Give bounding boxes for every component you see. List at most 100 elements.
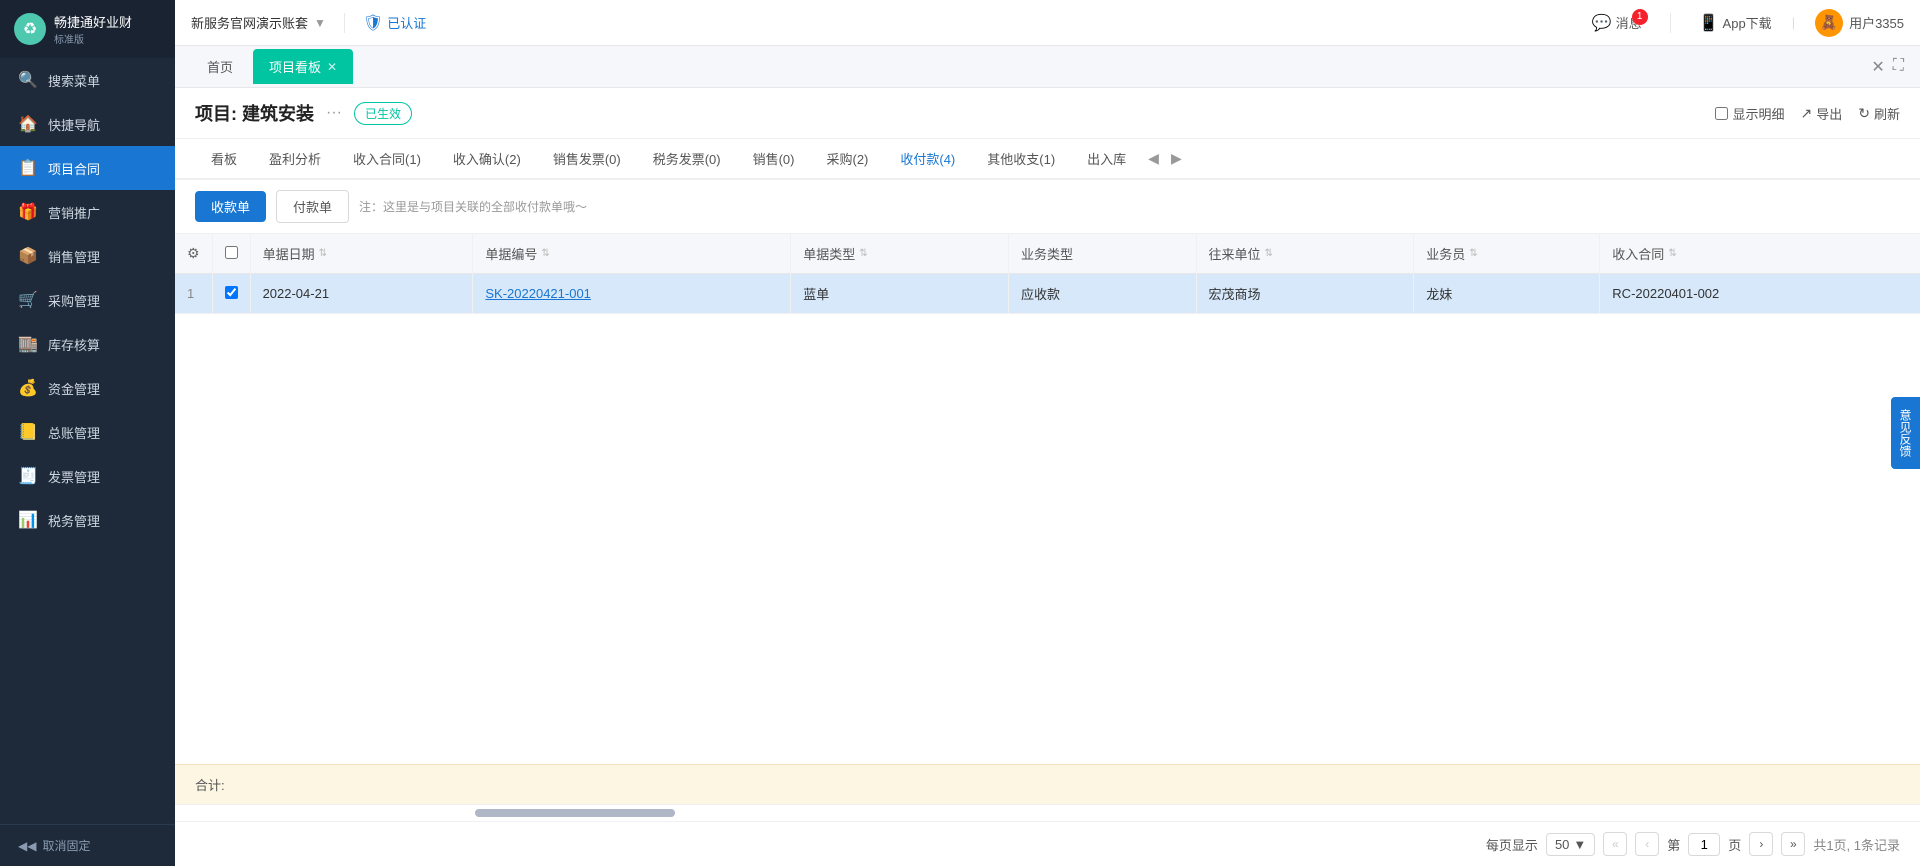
ledger-icon: 📒 bbox=[18, 422, 38, 442]
receipt-bill-button[interactable]: 收款单 bbox=[195, 191, 266, 222]
message-icon: 💬 bbox=[1592, 13, 1612, 33]
select-all-checkbox[interactable] bbox=[225, 246, 238, 259]
user-avatar: 🧸 bbox=[1815, 9, 1843, 37]
th-income-contract-label: 收入合同 bbox=[1612, 244, 1664, 263]
horizontal-scrollbar[interactable] bbox=[475, 809, 675, 817]
th-biz-type-label: 业务类型 bbox=[1021, 247, 1073, 262]
sort-icon: ⇅ bbox=[541, 248, 549, 259]
table-area: ⚙ 单据日期 ⇅ 单据编号 bbox=[175, 234, 1920, 764]
feedback-button[interactable]: 意见反馈 bbox=[1891, 397, 1920, 469]
subnav-tab-profit-label: 盈利分析 bbox=[269, 152, 321, 167]
sidebar-item-label: 总账管理 bbox=[48, 423, 100, 442]
th-salesperson[interactable]: 业务员 ⇅ bbox=[1414, 234, 1600, 274]
invoice-icon: 🧾 bbox=[18, 466, 38, 486]
page-unit: 页 bbox=[1728, 835, 1741, 854]
page-input[interactable] bbox=[1688, 833, 1720, 856]
app-logo-text: 畅捷通好业财 标准版 bbox=[54, 12, 132, 46]
th-type[interactable]: 单据类型 ⇅ bbox=[791, 234, 1009, 274]
subnav-tab-other-expense[interactable]: 其他收支(1) bbox=[971, 139, 1071, 180]
topbar-project: 新服务官网演示账套 ▼ bbox=[191, 13, 326, 32]
th-income-contract[interactable]: 收入合同 ⇅ bbox=[1600, 234, 1920, 274]
refresh-button[interactable]: ↻ 刷新 bbox=[1858, 104, 1900, 123]
subnav-tab-inout[interactable]: 出入库 bbox=[1071, 139, 1142, 180]
row-checkbox[interactable] bbox=[225, 286, 238, 299]
tab-home-label: 首页 bbox=[207, 57, 233, 76]
show-detail-check[interactable] bbox=[1715, 107, 1728, 120]
export-icon: ↗ bbox=[1801, 105, 1813, 122]
subnav-tab-board[interactable]: 看板 bbox=[195, 139, 253, 180]
topbar-dropdown-icon[interactable]: ▼ bbox=[314, 16, 326, 30]
th-gear[interactable]: ⚙ bbox=[175, 234, 212, 274]
show-detail-checkbox[interactable]: 显示明细 bbox=[1715, 104, 1784, 123]
subnav-tab-tax-invoice[interactable]: 税务发票(0) bbox=[637, 139, 737, 180]
payment-bill-button[interactable]: 付款单 bbox=[276, 190, 349, 223]
row-partner-value: 宏茂商场 bbox=[1209, 287, 1261, 302]
sidebar-item-finance[interactable]: 💰 资金管理 bbox=[0, 366, 175, 410]
tab-close-icon[interactable]: ✕ bbox=[327, 60, 337, 74]
sub-actionbar-note: 注：这里是与项目关联的全部收付款单哦～ bbox=[359, 198, 587, 215]
tabbar: 首页 项目看板 ✕ ✕ ⛶ bbox=[175, 46, 1920, 88]
subnav-tab-income-confirm[interactable]: 收入确认(2) bbox=[437, 139, 537, 180]
close-window-button[interactable]: ✕ bbox=[1871, 57, 1884, 77]
first-page-button[interactable]: « bbox=[1603, 832, 1627, 856]
sidebar-item-label: 快捷导航 bbox=[48, 115, 100, 134]
user-menu[interactable]: 🧸 用户3355 bbox=[1815, 9, 1904, 37]
subnav-tab-profit[interactable]: 盈利分析 bbox=[253, 139, 337, 180]
sidebar-item-invoice[interactable]: 🧾 发票管理 bbox=[0, 454, 175, 498]
sidebar-item-label: 销售管理 bbox=[48, 247, 100, 266]
th-number[interactable]: 单据编号 ⇅ bbox=[473, 234, 791, 274]
cancel-fixed-button[interactable]: ◀◀ 取消固定 bbox=[0, 824, 175, 866]
last-page-button[interactable]: » bbox=[1781, 832, 1805, 856]
row-number[interactable]: SK-20220421-001 bbox=[473, 274, 791, 314]
row-biz-type-value: 应收款 bbox=[1021, 287, 1060, 302]
sidebar-item-marketing[interactable]: 🎁 营销推广 bbox=[0, 190, 175, 234]
subnav-tab-income-contract[interactable]: 收入合同(1) bbox=[337, 139, 437, 180]
sort-icon: ⇅ bbox=[319, 248, 327, 259]
sidebar-item-label: 发票管理 bbox=[48, 467, 100, 486]
th-date[interactable]: 单据日期 ⇅ bbox=[250, 234, 473, 274]
prev-page-button[interactable]: ‹ bbox=[1635, 832, 1659, 856]
sidebar-item-label: 营销推广 bbox=[48, 203, 100, 222]
sidebar-item-sales[interactable]: 📦 销售管理 bbox=[0, 234, 175, 278]
next-page-button[interactable]: › bbox=[1749, 832, 1773, 856]
subnav-tab-sales[interactable]: 销售(0) bbox=[737, 139, 811, 180]
sidebar-item-purchase[interactable]: 🛒 采购管理 bbox=[0, 278, 175, 322]
sidebar-item-inventory[interactable]: 🏬 库存核算 bbox=[0, 322, 175, 366]
subnav-tab-sales-invoice[interactable]: 销售发票(0) bbox=[537, 139, 637, 180]
subnav-prev-arrow[interactable]: ◀ bbox=[1142, 140, 1165, 177]
window-buttons: ✕ ⛶ bbox=[1871, 57, 1904, 77]
search-icon: 🔍 bbox=[18, 70, 38, 90]
sidebar-item-ledger[interactable]: 📒 总账管理 bbox=[0, 410, 175, 454]
pagination: 每页显示 50 ▼ « ‹ 第 页 › » 共1页, 1条记录 bbox=[175, 821, 1920, 866]
gear-icon[interactable]: ⚙ bbox=[187, 245, 200, 261]
subnav-tab-payment[interactable]: 收付款(4) bbox=[884, 139, 971, 180]
topbar-certified: 🛡 已认证 bbox=[363, 13, 426, 33]
subnav-next-arrow[interactable]: ▶ bbox=[1165, 140, 1188, 177]
project-more-button[interactable]: ··· bbox=[326, 104, 342, 122]
tab-home[interactable]: 首页 bbox=[191, 49, 249, 84]
page-label: 第 bbox=[1667, 835, 1680, 854]
row-number-link[interactable]: SK-20220421-001 bbox=[485, 286, 591, 301]
sidebar-item-search[interactable]: 🔍 搜索菜单 bbox=[0, 58, 175, 102]
app-download-button[interactable]: 📱 App下载 bbox=[1699, 13, 1772, 33]
sort-icon: ⇅ bbox=[1668, 248, 1676, 259]
th-partner[interactable]: 往来单位 ⇅ bbox=[1196, 234, 1414, 274]
table-footer: 合计: bbox=[175, 764, 1920, 804]
export-button[interactable]: ↗ 导出 bbox=[1801, 104, 1843, 123]
page-size-select[interactable]: 50 ▼ bbox=[1546, 833, 1595, 856]
row-checkbox-cell bbox=[212, 274, 250, 314]
sidebar-item-tax[interactable]: 📊 税务管理 bbox=[0, 498, 175, 542]
topbar: 新服务官网演示账套 ▼ 🛡 已认证 💬 消息 1 📱 App下载 | 🧸 用户3… bbox=[175, 0, 1920, 46]
th-biz-type: 业务类型 bbox=[1008, 234, 1196, 274]
sidebar-item-contract[interactable]: 📋 项目合同 bbox=[0, 146, 175, 190]
sidebar-item-quicknav[interactable]: 🏠 快捷导航 bbox=[0, 102, 175, 146]
subnav-tab-purchase[interactable]: 采购(2) bbox=[810, 139, 884, 180]
scrollbar-thumb bbox=[475, 809, 675, 817]
data-table: ⚙ 单据日期 ⇅ 单据编号 bbox=[175, 234, 1920, 314]
message-button[interactable]: 💬 消息 1 bbox=[1592, 13, 1642, 33]
maximize-window-button[interactable]: ⛶ bbox=[1893, 57, 1904, 77]
refresh-icon: ↻ bbox=[1858, 105, 1870, 122]
table-row[interactable]: 1 2022-04-21 SK-20220421-001 蓝单 bbox=[175, 274, 1920, 314]
tab-project-board[interactable]: 项目看板 ✕ bbox=[253, 49, 353, 84]
th-checkbox bbox=[212, 234, 250, 274]
